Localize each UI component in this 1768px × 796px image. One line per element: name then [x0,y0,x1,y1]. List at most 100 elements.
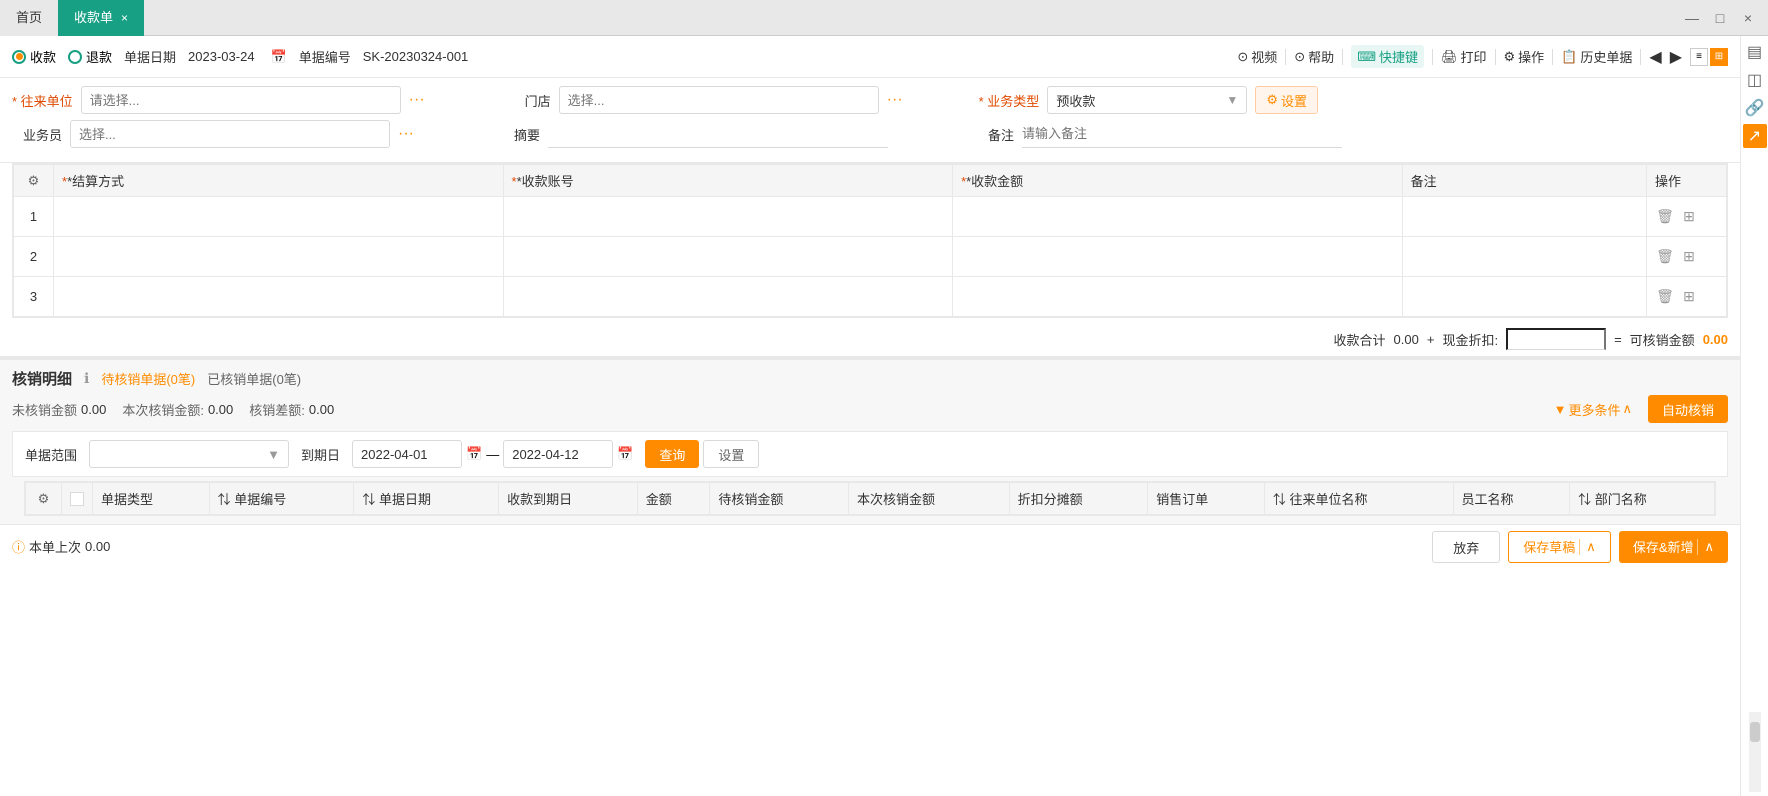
delete-icon-1[interactable]: 🗑 [1655,207,1675,227]
gear-icon: ⚙ [1266,92,1278,108]
layout-grid-icon[interactable]: ⊞ [1710,48,1728,66]
cell-settlement-3[interactable] [54,277,504,317]
radio-receive[interactable]: 收款 [12,47,56,66]
th-doc-date: ⇅ 单据日期 [354,483,499,515]
copy-icon-2[interactable]: ⊞ [1679,247,1699,267]
abandon-button[interactable]: 放弃 [1432,531,1500,563]
auto-verify-button[interactable]: 自动核销 [1648,395,1728,423]
divider1 [1285,49,1286,65]
radio-refund-dot [68,50,82,64]
calendar-icon[interactable]: 📅 [271,49,287,65]
salesperson-input[interactable] [70,120,390,148]
cell-remark-2[interactable] [1402,237,1646,277]
tab-close-icon[interactable]: × [121,0,128,36]
date-from-input[interactable] [352,440,462,468]
setting-button[interactable]: ⚙ 设置 [1255,86,1318,114]
sidebar-panel-icon[interactable]: ◫ [1743,68,1767,92]
doc-date-value: 2023-03-24 [188,49,255,64]
close-button[interactable]: × [1736,6,1760,30]
table-gear-icon[interactable]: ⚙ [22,173,45,189]
cell-account-2[interactable] [503,237,953,277]
save-arrow-icon[interactable]: ∧ [1697,539,1714,555]
tab-home[interactable]: 首页 [0,0,58,36]
calendar-from-icon[interactable]: 📅 [466,446,482,462]
draft-arrow-icon[interactable]: ∧ [1579,539,1596,555]
delete-icon-2[interactable]: 🗑 [1655,247,1675,267]
cell-settlement-1[interactable] [54,197,504,237]
store-more-icon[interactable]: ··· [887,92,903,108]
date-to-input[interactable] [503,440,613,468]
more-conditions-button[interactable]: ▼ 更多条件 ∧ [1554,400,1632,419]
calendar-to-icon[interactable]: 📅 [617,446,633,462]
salesperson-more-icon[interactable]: ··· [398,126,414,142]
cell-amount-2[interactable] [953,237,1403,277]
bottom-gear-icon[interactable]: ⚙ [34,491,53,507]
counterpart-input[interactable] [81,86,401,114]
save-label: 保存&新增 [1633,537,1694,556]
filter-setting-button[interactable]: 设置 [703,440,759,468]
print-icon: 🖨 [1441,49,1458,65]
tab-bar: 首页 收款单 × — □ × [0,0,1768,36]
filter-due-label: 到期日 [301,445,340,464]
sidebar-link-icon[interactable]: 🔗 [1743,96,1767,120]
maximize-button[interactable]: □ [1708,6,1732,30]
nav-prev-icon[interactable]: ◀ [1649,47,1661,67]
filter-range-select[interactable]: ▼ [89,440,289,468]
summary-row: 收款合计 0.00 + 现金折扣: = 可核销金额 0.00 [0,322,1740,356]
verify-header: 核销明细 ℹ 待核销单据(0笔) 已核销单据(0笔) [12,368,1728,389]
counterpart-more-icon[interactable]: ··· [409,92,425,108]
filter-range-arrow-icon: ▼ [267,447,280,462]
help-button[interactable]: ⊙ 帮助 [1294,47,1334,66]
th-discount: 折扣分摊额 [1009,483,1148,515]
summary-input[interactable] [548,120,888,148]
cell-account-3[interactable] [503,277,953,317]
remark-input[interactable] [1022,120,1342,148]
select-all-checkbox[interactable] [70,492,84,506]
doc-no-value: SK-20230324-001 [363,49,469,64]
verify-info-icon[interactable]: ℹ [84,370,89,387]
th-sales-order: 销售订单 [1148,483,1265,515]
store-input[interactable] [559,86,879,114]
cell-amount-3[interactable] [953,277,1403,317]
layout-icons: ≡ ⊞ [1690,48,1728,66]
video-button[interactable]: ⊙ 视频 [1237,47,1277,66]
draft-label: 保存草稿 [1523,537,1575,556]
tab-active[interactable]: 收款单 × [58,0,144,36]
biz-type-select[interactable]: 预收款 ▼ [1047,86,1247,114]
nav-next-icon[interactable]: ▶ [1670,47,1682,67]
copy-icon-1[interactable]: ⊞ [1679,207,1699,227]
cell-settlement-2[interactable] [54,237,504,277]
history-button[interactable]: 📋 历史单据 [1561,47,1632,66]
minimize-button[interactable]: — [1680,6,1704,30]
th-settlement: **结算方式 [54,165,504,197]
save-button[interactable]: 保存&新增 ∧ [1619,531,1728,563]
print-button[interactable]: 🖨 打印 [1441,47,1487,66]
scrollbar-thumb[interactable] [1750,722,1760,742]
plus-sign: + [1427,332,1435,347]
th-counterpart: ⇅ 往来单位名称 [1264,483,1453,515]
footer: ⓘ 本单上次 0.00 放弃 保存草稿 ∧ 保存&新增 ∧ [0,524,1740,568]
query-button[interactable]: 查询 [645,440,699,468]
date-range: 📅 — 📅 [352,440,633,468]
sidebar-expand-icon[interactable]: ↗ [1743,124,1767,148]
cell-remark-1[interactable] [1402,197,1646,237]
verify-pending-tab[interactable]: 待核销单据(0笔) [101,369,195,388]
cell-amount-1[interactable] [953,197,1403,237]
cell-remark-3[interactable] [1402,277,1646,317]
delete-icon-3[interactable]: 🗑 [1655,287,1675,307]
sidebar-table-icon[interactable]: ▤ [1743,40,1767,64]
table-row: 3 🗑 ⊞ [14,277,1727,317]
diff-label: 核销差额: [249,400,305,419]
verify-done-tab[interactable]: 已核销单据(0笔) [207,369,301,388]
layout-list-icon[interactable]: ≡ [1690,48,1708,66]
payment-type-group: 收款 退款 [12,47,112,66]
radio-refund[interactable]: 退款 [68,47,112,66]
th-due-date: 收款到期日 [499,483,638,515]
draft-button[interactable]: 保存草稿 ∧ [1508,531,1611,563]
shortcut-button[interactable]: ⌨ 快捷键 [1351,45,1424,68]
copy-icon-3[interactable]: ⊞ [1679,287,1699,307]
cell-account-1[interactable] [503,197,953,237]
operation-button[interactable]: ⚙ 操作 [1504,47,1545,66]
shortcut-icon: ⌨ [1357,49,1376,65]
discount-input[interactable] [1506,328,1606,350]
